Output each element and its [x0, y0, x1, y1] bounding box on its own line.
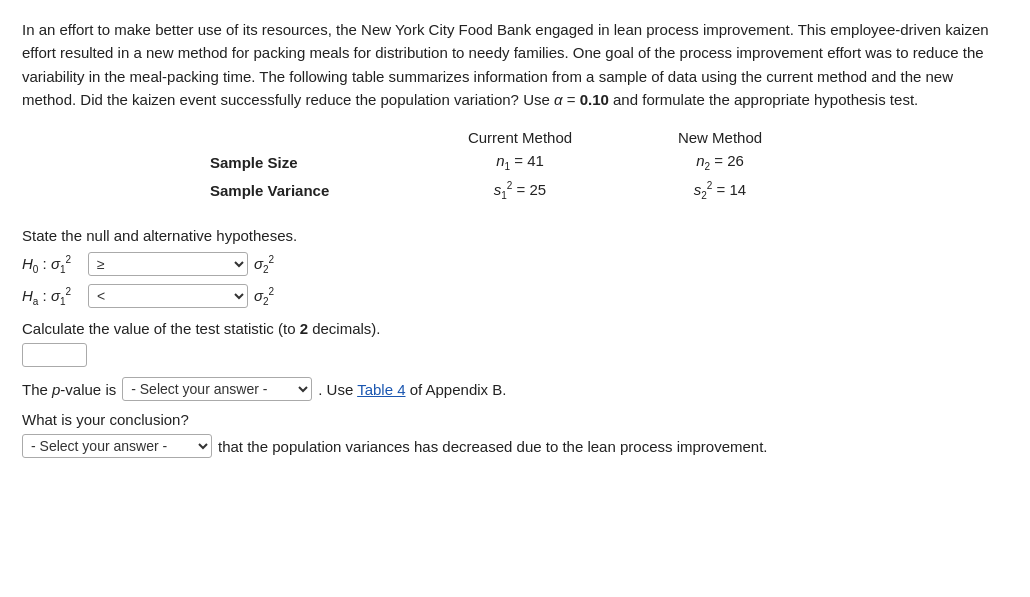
ha-select[interactable]: < ≤ = > ≥ ≠ [88, 284, 248, 308]
h0-sigma: σ22 [254, 254, 274, 275]
pvalue-prefix: The p-value is [22, 381, 116, 398]
calculate-section: Calculate the value of the test statisti… [22, 320, 1008, 367]
ha-row: Ha : σ12 < ≤ = > ≥ ≠ σ22 [22, 284, 1008, 308]
col2-header: New Method [620, 129, 820, 146]
table4-link[interactable]: Table 4 [357, 381, 405, 398]
sample-variance-row: Sample Variance s12 = 25 s22 = 14 [210, 180, 820, 201]
test-statistic-input[interactable] [22, 343, 87, 367]
calculate-label: Calculate the value of the test statisti… [22, 320, 1008, 337]
pvalue-select[interactable]: - Select your answer - less than .005 be… [122, 377, 312, 401]
conclusion-select[interactable]: - Select your answer - Reject H₀ Do not … [22, 434, 212, 458]
sample-size-row: Sample Size n1 = 41 n2 = 26 [210, 152, 820, 172]
pvalue-row: The p-value is - Select your answer - le… [22, 377, 1008, 401]
n1-value: n1 = 41 [420, 152, 620, 172]
data-table: Current Method New Method Sample Size n1… [22, 129, 1008, 209]
col1-header: Current Method [420, 129, 620, 146]
pvalue-suffix: . Use Table 4 of Appendix B. [318, 381, 506, 398]
conclusion-section: What is your conclusion? - Select your a… [22, 411, 1008, 458]
h0-label: H0 : σ12 [22, 254, 82, 275]
conclusion-row: - Select your answer - Reject H₀ Do not … [22, 434, 1008, 458]
s2-value: s22 = 14 [620, 180, 820, 201]
s1-value: s12 = 25 [420, 180, 620, 201]
passage-text: In an effort to make better use of its r… [22, 18, 1008, 111]
h0-row: H0 : σ12 ≥ ≤ = < > ≠ σ22 [22, 252, 1008, 276]
n2-value: n2 = 26 [620, 152, 820, 172]
hypothesis-section: State the null and alternative hypothese… [22, 227, 1008, 308]
h0-select[interactable]: ≥ ≤ = < > ≠ [88, 252, 248, 276]
conclusion-suffix: that the population variances has decrea… [218, 438, 768, 455]
state-hypotheses-label: State the null and alternative hypothese… [22, 227, 1008, 244]
ha-sigma: σ22 [254, 286, 274, 307]
conclusion-question: What is your conclusion? [22, 411, 1008, 428]
sample-size-label: Sample Size [210, 154, 420, 171]
sample-variance-label: Sample Variance [210, 182, 420, 199]
ha-label: Ha : σ12 [22, 286, 82, 307]
